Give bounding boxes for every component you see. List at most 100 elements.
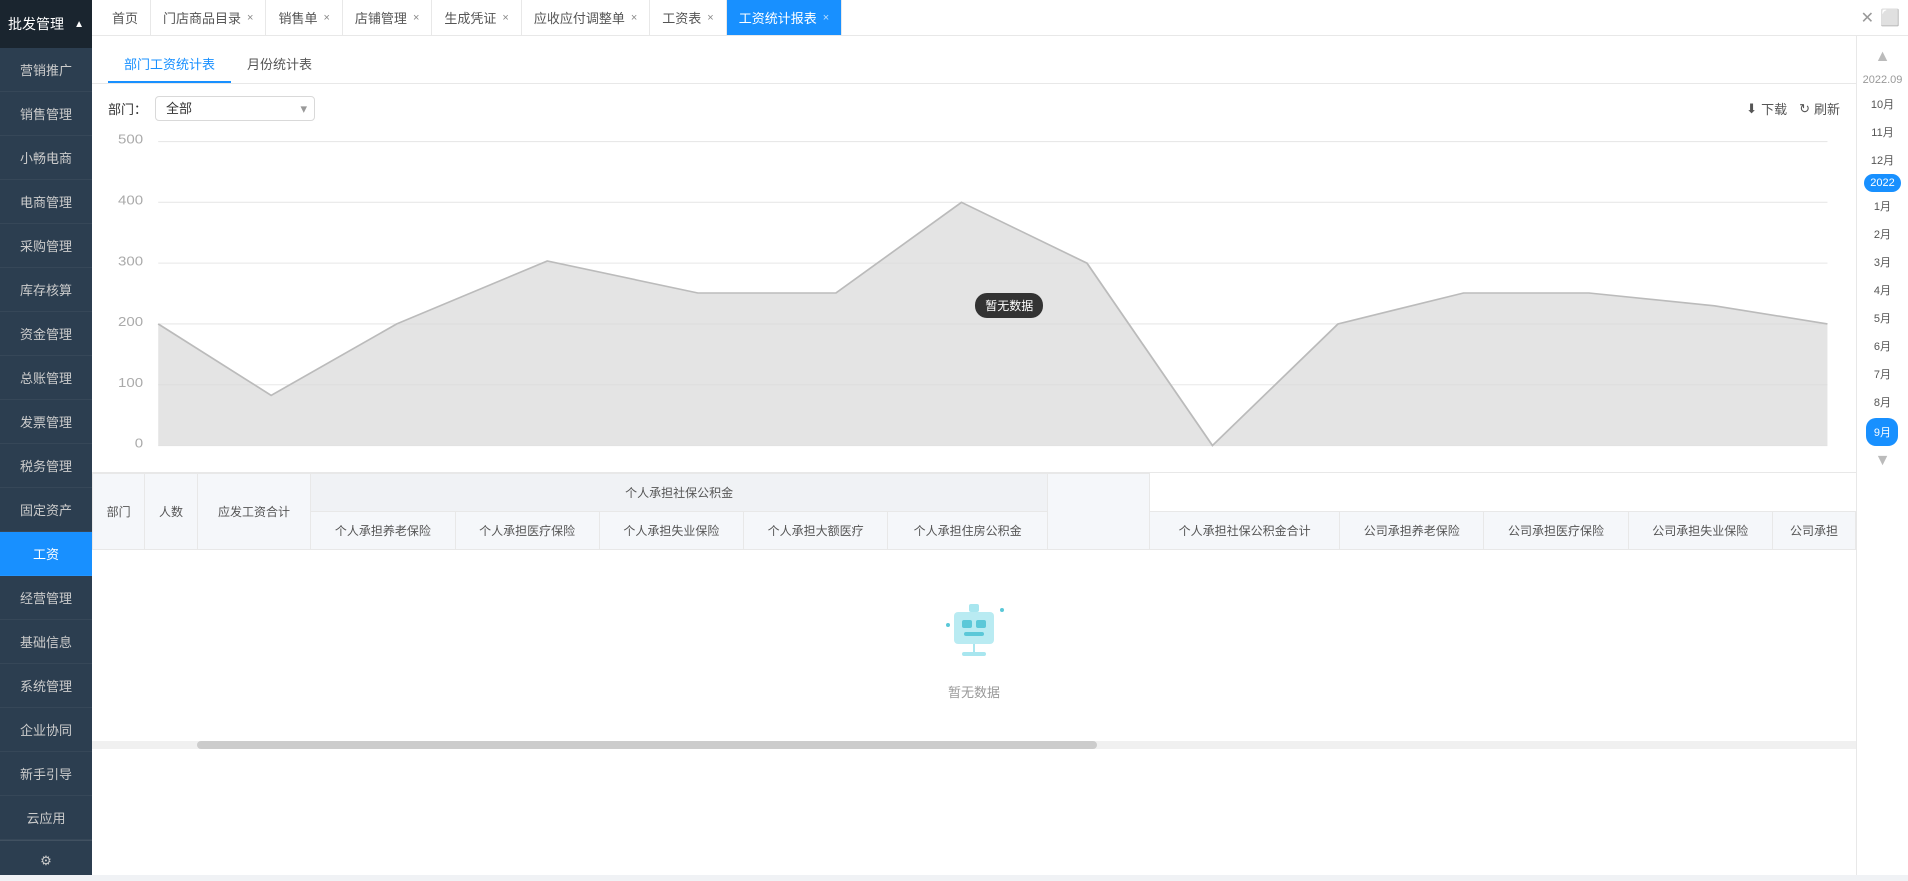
refresh-label: 刷新	[1814, 99, 1840, 118]
tab-首页[interactable]: 首页	[100, 0, 151, 36]
chart-svg: 0 100 200 300 400 500	[108, 133, 1840, 453]
tab-工资统计报表[interactable]: 工资统计报表×	[727, 0, 842, 36]
sidebar-item-采购管理[interactable]: 采购管理	[0, 224, 92, 268]
sidebar-item-小畅电商[interactable]: 小畅电商	[0, 136, 92, 180]
timeline-sidebar: ▲ 2022.09 10月11月12月20221月2月3月4月5月6月7月8月9…	[1856, 36, 1908, 875]
sub-tab-部门工资统计表[interactable]: 部门工资统计表	[108, 46, 231, 83]
tab-应收应付调整单[interactable]: 应收应付调整单×	[522, 0, 650, 36]
data-table: 部门 人数 应发工资合计 个人承担社保公积金 个人承担养老保险 个人承担医疗保险…	[92, 473, 1856, 550]
tab-close-icon[interactable]: ×	[323, 12, 329, 24]
sidebar-item-固定资产[interactable]: 固定资产	[0, 488, 92, 532]
sidebar-title[interactable]: 批发管理 ▲	[0, 0, 92, 48]
timeline-item-10月[interactable]: 10月	[1864, 90, 1900, 118]
restore-icon[interactable]: ⬜	[1880, 8, 1900, 28]
timeline-next[interactable]: ▼	[1871, 448, 1895, 474]
toolbar-right: ⬇ 下载 ↻ 刷新	[1746, 99, 1840, 118]
svg-text:500: 500	[118, 133, 143, 146]
timeline-item-3月[interactable]: 3月	[1864, 248, 1900, 276]
tab-店铺管理[interactable]: 店铺管理×	[343, 0, 432, 36]
tab-生成凭证[interactable]: 生成凭证×	[432, 0, 521, 36]
sidebar: 批发管理 ▲ 营销推广销售管理小畅电商电商管理采购管理库存核算资金管理总账管理发…	[0, 0, 92, 875]
tabs-container: 首页门店商品目录×销售单×店铺管理×生成凭证×应收应付调整单×工资表×工资统计报…	[100, 0, 842, 36]
timeline-item-7月[interactable]: 7月	[1864, 360, 1900, 388]
refresh-icon: ↻	[1799, 101, 1810, 117]
empty-icon	[934, 590, 1014, 670]
timeline-items: 10月11月12月20221月2月3月4月5月6月7月8月9月	[1864, 90, 1900, 448]
sidebar-item-电商管理[interactable]: 电商管理	[0, 180, 92, 224]
th-personal-housing: 个人承担住房公积金	[888, 512, 1048, 550]
th-total-wage: 应发工资合计	[197, 474, 311, 550]
tab-销售单[interactable]: 销售单×	[266, 0, 342, 36]
timeline-item-2月[interactable]: 2月	[1864, 220, 1900, 248]
content-area: 部门工资统计表月份统计表 部门： 全部 ⬇ 下载 ↻ 刷新	[92, 36, 1908, 875]
svg-text:200: 200	[118, 314, 143, 329]
timeline-item-2022[interactable]: 2022	[1864, 174, 1900, 192]
th-personal-unemployment: 个人承担失业保险	[599, 512, 743, 550]
th-personal-insurance-group: 个人承担社保公积金	[311, 474, 1048, 512]
timeline-prev[interactable]: ▲	[1871, 44, 1895, 70]
tab-close-icon[interactable]: ×	[823, 12, 829, 24]
svg-text:0: 0	[135, 436, 144, 451]
sidebar-items: 营销推广销售管理小畅电商电商管理采购管理库存核算资金管理总账管理发票管理税务管理…	[0, 48, 92, 840]
sidebar-item-发票管理[interactable]: 发票管理	[0, 400, 92, 444]
sidebar-item-总账管理[interactable]: 总账管理	[0, 356, 92, 400]
toolbar-left: 部门： 全部	[108, 96, 315, 121]
timeline-item-12月[interactable]: 12月	[1864, 146, 1900, 174]
th-personal-pension: 个人承担养老保险	[311, 512, 455, 550]
sidebar-item-工资[interactable]: 工资	[0, 532, 92, 576]
refresh-button[interactable]: ↻ 刷新	[1799, 99, 1840, 118]
tab-门店商品目录[interactable]: 门店商品目录×	[151, 0, 266, 36]
sub-tabs: 部门工资统计表月份统计表	[92, 36, 1856, 84]
tab-close-icon[interactable]: ×	[502, 12, 508, 24]
sidebar-item-资金管理[interactable]: 资金管理	[0, 312, 92, 356]
sidebar-item-库存核算[interactable]: 库存核算	[0, 268, 92, 312]
tab-close-icon[interactable]: ×	[631, 12, 637, 24]
empty-state: 暂无数据	[92, 550, 1856, 741]
timeline-item-6月[interactable]: 6月	[1864, 332, 1900, 360]
svg-text:100: 100	[118, 375, 143, 390]
tab-bar-close[interactable]: ✕ ⬜	[1861, 8, 1900, 28]
sub-tab-月份统计表[interactable]: 月份统计表	[231, 46, 328, 83]
chart-container: 0 100 200 300 400 500	[92, 133, 1856, 472]
sidebar-item-新手引导[interactable]: 新手引导	[0, 752, 92, 796]
sidebar-item-税务管理[interactable]: 税务管理	[0, 444, 92, 488]
th-company-other: 公司承担	[1772, 512, 1855, 550]
empty-text: 暂无数据	[948, 682, 1000, 701]
tab-close-icon[interactable]: ×	[707, 12, 713, 24]
timeline-item-1月[interactable]: 1月	[1864, 192, 1900, 220]
sidebar-item-经营管理[interactable]: 经营管理	[0, 576, 92, 620]
dept-select-wrap: 全部	[155, 96, 315, 121]
chart-no-data-badge: 暂无数据	[975, 293, 1043, 318]
sidebar-item-销售管理[interactable]: 销售管理	[0, 92, 92, 136]
close-all-icon[interactable]: ✕	[1861, 8, 1874, 28]
download-label: 下载	[1761, 99, 1787, 118]
timeline-item-8月[interactable]: 8月	[1864, 388, 1900, 416]
sidebar-title-label: 批发管理	[8, 14, 64, 34]
tab-close-icon[interactable]: ×	[413, 12, 419, 24]
svg-text:400: 400	[118, 193, 143, 208]
timeline-item-5月[interactable]: 5月	[1864, 304, 1900, 332]
toolbar: 部门： 全部 ⬇ 下载 ↻ 刷新	[92, 84, 1856, 133]
page-body: 部门工资统计表月份统计表 部门： 全部 ⬇ 下载 ↻ 刷新	[92, 36, 1856, 875]
sidebar-item-基础信息[interactable]: 基础信息	[0, 620, 92, 664]
scroll-bar-thumb[interactable]	[197, 741, 1097, 749]
sidebar-item-营销推广[interactable]: 营销推广	[0, 48, 92, 92]
timeline-item-11月[interactable]: 11月	[1864, 118, 1900, 146]
tab-工资表[interactable]: 工资表×	[650, 0, 726, 36]
sidebar-item-云应用[interactable]: 云应用	[0, 796, 92, 840]
sidebar-item-企业协同[interactable]: 企业协同	[0, 708, 92, 752]
sidebar-item-系统管理[interactable]: 系统管理	[0, 664, 92, 708]
th-company	[1047, 474, 1149, 550]
dept-select[interactable]: 全部	[155, 96, 315, 121]
th-personal-medical: 个人承担医疗保险	[455, 512, 599, 550]
th-company-pension: 公司承担养老保险	[1340, 512, 1484, 550]
dept-label: 部门：	[108, 99, 147, 118]
download-button[interactable]: ⬇ 下载	[1746, 99, 1787, 118]
th-dept: 部门	[93, 474, 145, 550]
th-personal-major-medical: 个人承担大额医疗	[744, 512, 888, 550]
th-company-medical: 公司承担医疗保险	[1484, 512, 1628, 550]
scroll-bar-wrapper	[92, 741, 1856, 749]
timeline-item-4月[interactable]: 4月	[1864, 276, 1900, 304]
timeline-item-9月[interactable]: 9月	[1866, 418, 1898, 446]
tab-close-icon[interactable]: ×	[247, 12, 253, 24]
